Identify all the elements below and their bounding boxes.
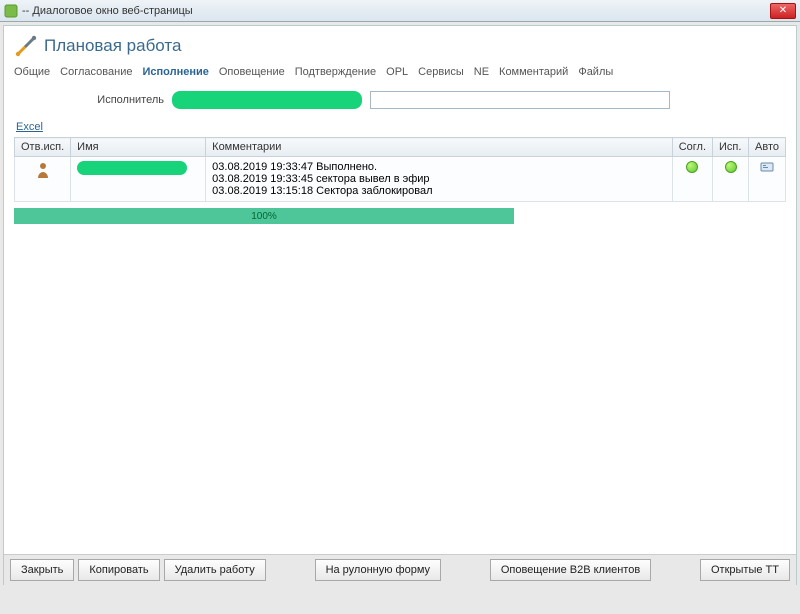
name-redacted [77, 161, 187, 175]
executor-redacted [172, 91, 362, 109]
excel-link[interactable]: Excel [14, 117, 45, 137]
window-close-button[interactable]: ✕ [770, 3, 796, 19]
col-executed[interactable]: Исп. [713, 138, 749, 157]
tab-execution[interactable]: Исполнение [142, 66, 208, 78]
tab-services[interactable]: Сервисы [418, 66, 464, 78]
bottom-toolbar: Закрыть Копировать Удалить работу На рул… [4, 554, 796, 585]
open-tt-button[interactable]: Открытые ТТ [700, 559, 790, 581]
tab-general[interactable]: Общие [14, 66, 50, 78]
user-icon [36, 161, 50, 179]
roll-button[interactable]: На рулонную форму [315, 559, 441, 581]
col-name[interactable]: Имя [71, 138, 206, 157]
window-title: -- Диалоговое окно веб-страницы [22, 5, 193, 17]
page-title: Плановая работа [44, 36, 181, 56]
page-header: Плановая работа [14, 32, 786, 62]
status-ok-icon [725, 161, 737, 173]
window-body: Плановая работа Общие Согласование Исполне… [3, 25, 797, 585]
tab-approval[interactable]: Согласование [60, 66, 132, 78]
tab-comment[interactable]: Комментарий [499, 66, 568, 78]
progress-label: 100% [251, 211, 277, 222]
app-icon [4, 4, 18, 18]
execution-table: Отв.исп. Имя Комментарии Согл. Исп. Авто… [14, 137, 786, 202]
auto-icon [760, 161, 774, 173]
copy-button[interactable]: Копировать [78, 559, 159, 581]
progress-bar: 100% [14, 208, 514, 224]
executor-input[interactable] [370, 91, 670, 109]
tab-files[interactable]: Файлы [578, 66, 613, 78]
tab-ne[interactable]: NE [474, 66, 489, 78]
tab-confirm[interactable]: Подтверждение [295, 66, 376, 78]
close-button[interactable]: Закрыть [10, 559, 74, 581]
cell-comments: 03.08.2019 19:33:47 Выполнено.03.08.2019… [206, 157, 673, 202]
executor-row: Исполнитель [14, 85, 786, 117]
col-agreed[interactable]: Согл. [672, 138, 712, 157]
delete-button[interactable]: Удалить работу [164, 559, 266, 581]
table-row[interactable]: 03.08.2019 19:33:47 Выполнено.03.08.2019… [15, 157, 786, 202]
col-responsible[interactable]: Отв.исп. [15, 138, 71, 157]
status-ok-icon [686, 161, 698, 173]
col-comments[interactable]: Комментарии [206, 138, 673, 157]
tab-bar: Общие Согласование Исполнение Оповещение Под… [14, 62, 786, 85]
tab-notify[interactable]: Оповещение [219, 66, 285, 78]
b2b-notify-button[interactable]: Оповещение B2B клиентов [490, 559, 651, 581]
col-auto[interactable]: Авто [749, 138, 786, 157]
executor-label: Исполнитель [14, 94, 164, 106]
window-titlebar: -- Диалоговое окно веб-страницы ✕ [0, 0, 800, 22]
tab-opl[interactable]: OPL [386, 66, 408, 78]
wrench-icon [14, 34, 38, 58]
